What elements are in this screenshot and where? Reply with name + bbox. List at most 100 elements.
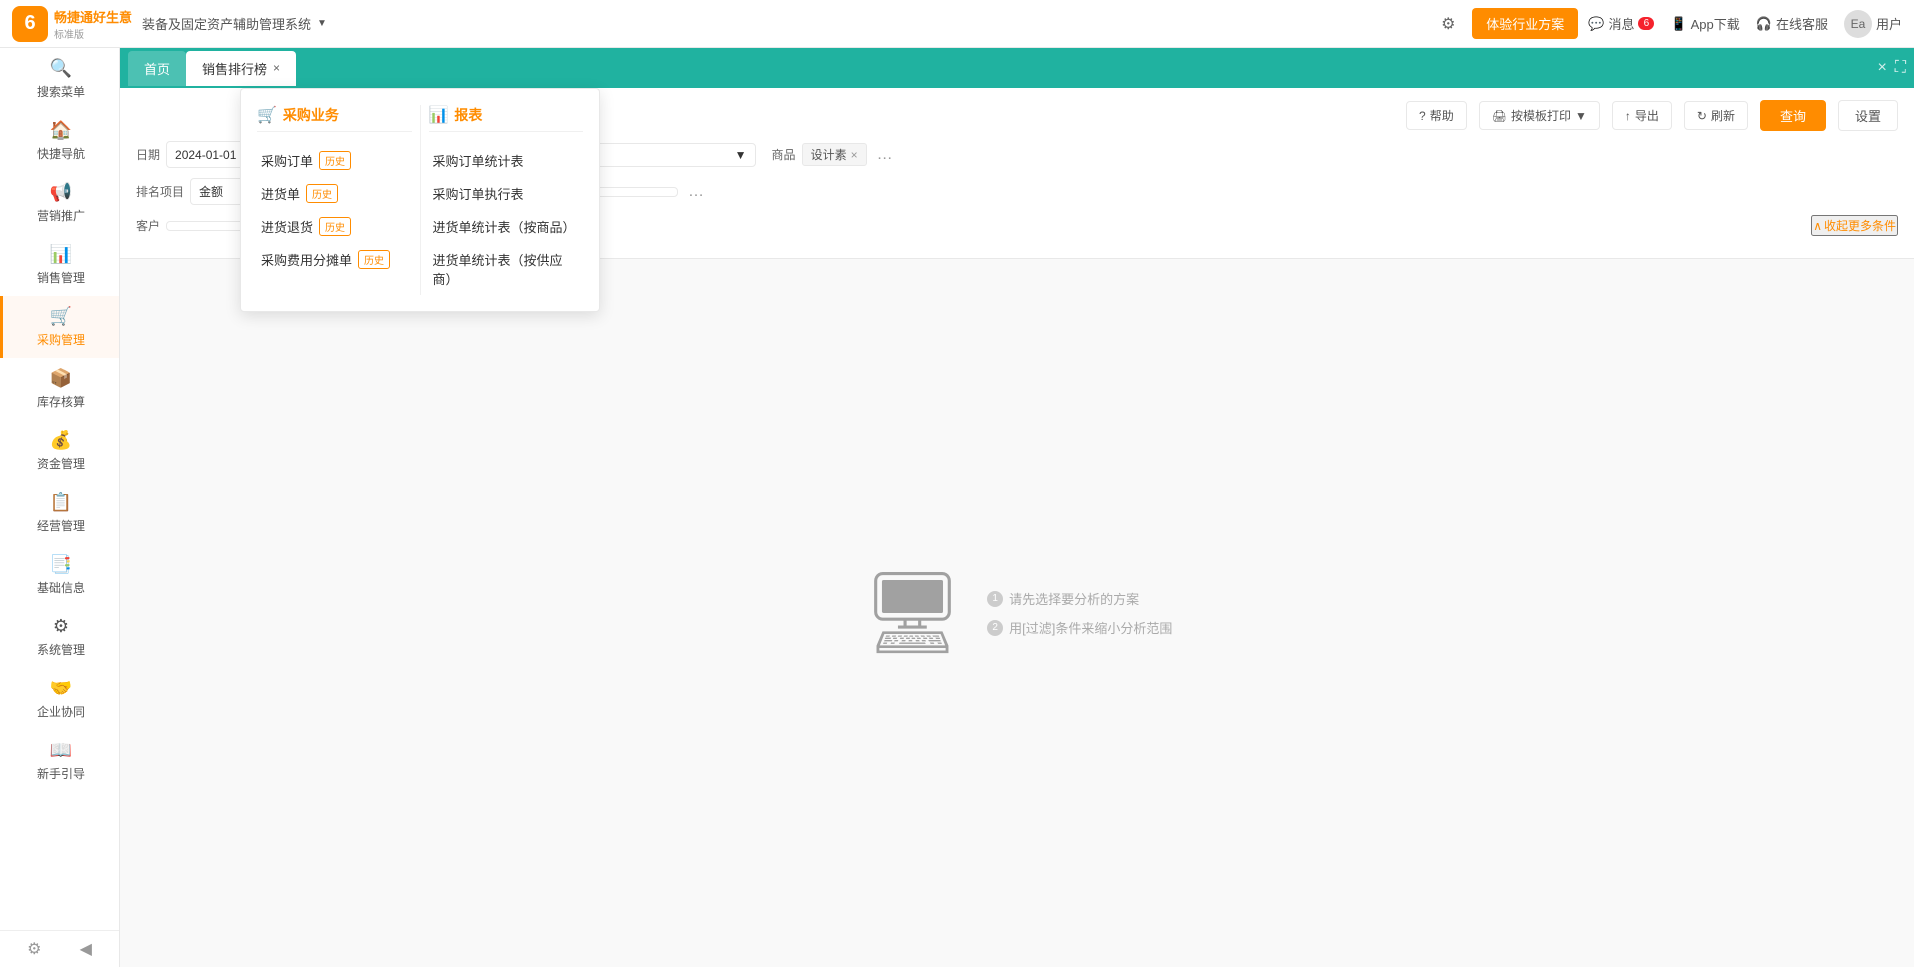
dropdown-divider xyxy=(420,105,421,295)
dropdown-col-report: 📊 报表 采购订单统计表 采购订单执行表 进货单统计表（按商品） 进货单统计表（… xyxy=(429,105,584,295)
logo-title: 畅捷通好生意 xyxy=(54,7,132,26)
inventory-icon: 📦 xyxy=(50,368,72,389)
logo-area: 6 畅捷通好生意 标准版 xyxy=(12,6,132,42)
gear-button[interactable]: ⚙ xyxy=(1434,10,1462,38)
sidebar-bottom: ⚙ ◀ xyxy=(0,930,119,967)
sidebar-item-collab[interactable]: 🤝 企业协同 xyxy=(0,668,119,730)
empty-hints: 1 请先选择要分析的方案 2 用[过滤]条件来缩小分析范围 xyxy=(987,589,1172,637)
avatar: Ea xyxy=(1844,10,1872,38)
tab-home[interactable]: 首页 xyxy=(128,51,186,86)
home-icon: 🏠 xyxy=(50,120,72,141)
dropdown-item-inbound[interactable]: 进货单 历史 xyxy=(257,177,412,210)
sidebar-label-basic: 基础信息 xyxy=(37,579,85,596)
headset-icon: 🎧 xyxy=(1756,16,1772,32)
sidebar-label-system: 系统管理 xyxy=(37,641,85,658)
goods-filter: 商品 设计素 × … xyxy=(772,143,897,166)
collapse-icon: ∧ xyxy=(1813,219,1822,233)
sidebar-collapse-btn[interactable]: ◀ xyxy=(80,939,92,959)
goods-tag-remove[interactable]: × xyxy=(851,148,858,162)
report-col-icon: 📊 xyxy=(429,105,449,125)
dropdown-item-inbound-supplier[interactable]: 进货单统计表（按供应商） xyxy=(429,243,584,295)
message-badge: 6 xyxy=(1638,17,1654,30)
business-col-icon: 🛒 xyxy=(257,105,277,125)
tab-bar-right: × ⛶ xyxy=(1877,59,1906,77)
system-title: 装备及固定资产辅助管理系统 ▼ xyxy=(142,14,1424,33)
sidebar-item-guide[interactable]: 📖 新手引导 xyxy=(0,730,119,792)
refresh-icon: ↻ xyxy=(1697,109,1707,123)
salesman-dots-btn[interactable]: … xyxy=(684,183,708,201)
online-service-button[interactable]: 🎧 在线客服 xyxy=(1756,14,1828,33)
sidebar-item-marketing[interactable]: 📢 营销推广 xyxy=(0,172,119,234)
print-dropdown-icon: ▼ xyxy=(1575,109,1587,123)
sidebar-label-nav: 快捷导航 xyxy=(37,145,85,162)
dropdown-col-business: 🛒 采购业务 采购订单 历史 进货单 历史 进货退货 历史 xyxy=(257,105,412,295)
topbar: 6 畅捷通好生意 标准版 装备及固定资产辅助管理系统 ▼ ⚙ 体验行业方案 💬 … xyxy=(0,0,1914,48)
sales-icon: 📊 xyxy=(50,244,72,265)
sidebar-label-purchase: 采购管理 xyxy=(37,331,85,348)
sidebar-label-search: 搜索菜单 xyxy=(37,83,85,100)
tab-expand-icon[interactable]: ⛶ xyxy=(1895,59,1906,77)
purchase-icon: 🛒 xyxy=(50,306,72,327)
sidebar-label-inventory: 库存核算 xyxy=(37,393,85,410)
sidebar-label-finance: 资金管理 xyxy=(37,455,85,472)
tab-close-icon[interactable]: × xyxy=(273,61,280,75)
system-icon: ⚙ xyxy=(53,616,69,637)
help-btn[interactable]: ? 帮助 xyxy=(1406,101,1467,130)
sidebar-label-guide: 新手引导 xyxy=(37,765,85,782)
sidebar: 🔍 搜索菜单 🏠 快捷导航 📢 营销推广 📊 销售管理 🛒 采购管理 📦 库存核… xyxy=(0,48,120,967)
sidebar-setting-btn[interactable]: ⚙ xyxy=(27,939,41,959)
dropdown-item-return[interactable]: 进货退货 历史 xyxy=(257,210,412,243)
template-print-btn[interactable]: 🖨 按模板打印 ▼ xyxy=(1479,101,1600,130)
operation-icon: 📋 xyxy=(50,492,72,513)
sidebar-item-inventory[interactable]: 📦 库存核算 xyxy=(0,358,119,420)
dropdown-item-expense[interactable]: 采购费用分摊单 历史 xyxy=(257,243,412,276)
marketing-icon: 📢 xyxy=(50,182,72,203)
main-layout: 🔍 搜索菜单 🏠 快捷导航 📢 营销推广 📊 销售管理 🛒 采购管理 📦 库存核… xyxy=(0,48,1914,967)
empty-illustration: 🖥 xyxy=(862,566,964,660)
user-button[interactable]: Ea 用户 xyxy=(1844,10,1902,38)
dropdown-col-report-header: 📊 报表 xyxy=(429,105,584,132)
sidebar-label-collab: 企业协同 xyxy=(37,703,85,720)
phone-icon: 📱 xyxy=(1670,16,1686,32)
query-btn[interactable]: 查询 xyxy=(1760,100,1826,131)
dropdown-item-purchase-order[interactable]: 采购订单 历史 xyxy=(257,144,412,177)
app-download-button[interactable]: 📱 App下载 xyxy=(1670,14,1739,33)
sidebar-item-sales[interactable]: 📊 销售管理 xyxy=(0,234,119,296)
dropdown-item-order-stat[interactable]: 采购订单统计表 xyxy=(429,144,584,177)
collab-icon: 🤝 xyxy=(50,678,72,699)
export-icon: ↑ xyxy=(1625,109,1631,123)
history-tag-1: 历史 xyxy=(306,184,338,203)
history-tag-2: 历史 xyxy=(319,217,351,236)
dropdown-col-business-header: 🛒 采购业务 xyxy=(257,105,412,132)
content-area: 首页 销售排行榜 × × ⛶ ? 帮助 🖨 按模板打印 ▼ xyxy=(120,48,1914,967)
dropdown-item-inbound-goods[interactable]: 进货单统计表（按商品） xyxy=(429,210,584,243)
tab-close-all-icon[interactable]: × xyxy=(1877,59,1886,77)
voucher-dropdown-icon: ▼ xyxy=(735,148,747,162)
system-title-dropdown[interactable]: ▼ xyxy=(317,18,327,29)
sidebar-item-nav[interactable]: 🏠 快捷导航 xyxy=(0,110,119,172)
goods-tag[interactable]: 设计素 × xyxy=(802,143,867,166)
message-button[interactable]: 💬 消息 6 xyxy=(1588,14,1654,33)
help-icon: ? xyxy=(1419,109,1426,123)
trial-button[interactable]: 体验行业方案 xyxy=(1472,8,1578,39)
sidebar-item-system[interactable]: ⚙ 系统管理 xyxy=(0,606,119,668)
sidebar-item-operation[interactable]: 📋 经营管理 xyxy=(0,482,119,544)
refresh-btn[interactable]: ↻ 刷新 xyxy=(1684,101,1748,130)
collapse-btn[interactable]: ∧ 收起更多条件 xyxy=(1811,215,1898,236)
export-btn[interactable]: ↑ 导出 xyxy=(1612,101,1672,130)
sidebar-item-purchase[interactable]: 🛒 采购管理 xyxy=(0,296,119,358)
sidebar-item-basic[interactable]: 📑 基础信息 xyxy=(0,544,119,606)
sidebar-item-finance[interactable]: 💰 资金管理 xyxy=(0,420,119,482)
tab-sales-ranking[interactable]: 销售排行榜 × xyxy=(186,51,296,86)
sidebar-label-marketing: 营销推广 xyxy=(37,207,85,224)
goods-dots-btn[interactable]: … xyxy=(873,146,897,164)
topbar-right: 💬 消息 6 📱 App下载 🎧 在线客服 Ea 用户 xyxy=(1588,10,1902,38)
basic-icon: 📑 xyxy=(50,554,72,575)
dropdown-cols: 🛒 采购业务 采购订单 历史 进货单 历史 进货退货 历史 xyxy=(257,105,583,295)
print-icon: 🖨 xyxy=(1492,109,1507,123)
settings-btn[interactable]: 设置 xyxy=(1838,100,1898,131)
empty-hint-1: 1 请先选择要分析的方案 xyxy=(987,589,1139,608)
main-content: 🖥 1 请先选择要分析的方案 2 用[过滤]条件来缩小分析范围 xyxy=(120,259,1914,967)
dropdown-item-order-exec[interactable]: 采购订单执行表 xyxy=(429,177,584,210)
sidebar-item-search[interactable]: 🔍 搜索菜单 xyxy=(0,48,119,110)
